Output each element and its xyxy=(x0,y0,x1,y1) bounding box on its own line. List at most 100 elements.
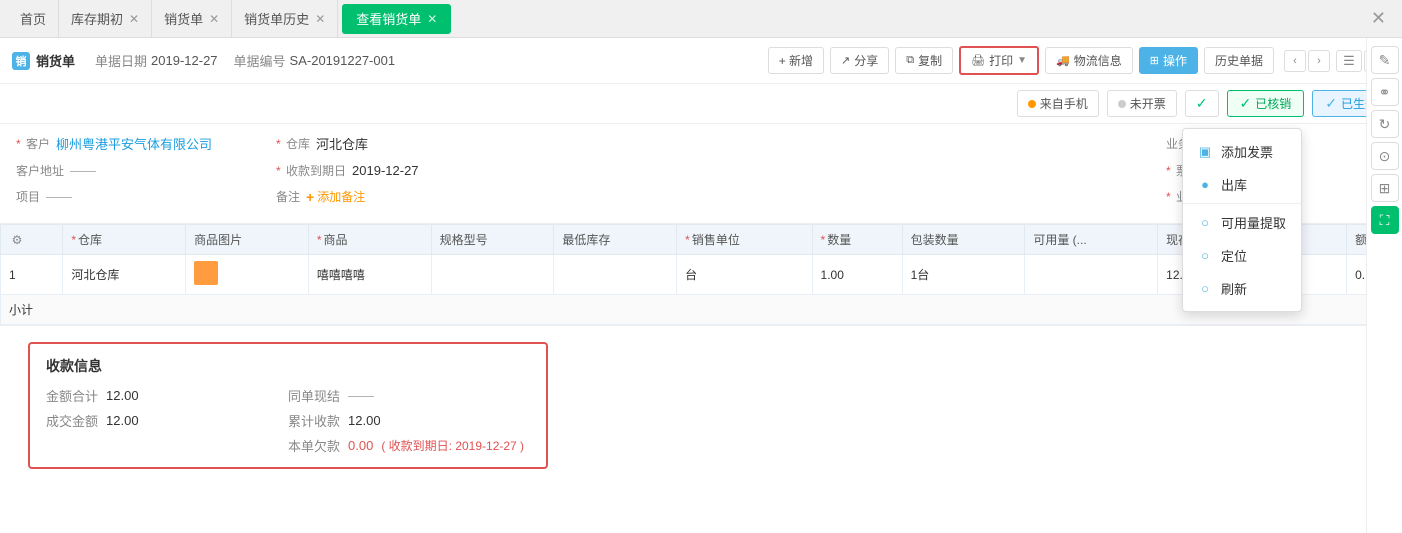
payment-total-value: 12.00 xyxy=(106,388,139,403)
th-product-img: 商品图片 xyxy=(186,225,309,255)
payment-cumulative-value: 12.00 xyxy=(348,413,381,428)
th-settings[interactable]: ⚙ xyxy=(1,225,63,255)
check-btn[interactable]: ✓ xyxy=(1185,90,1219,117)
sidebar-expand-btn[interactable]: ⛶ xyxy=(1371,206,1399,234)
menu-locate[interactable]: ○ 定位 xyxy=(1183,239,1301,272)
menu-add-invoice[interactable]: ▣ 添加发票 xyxy=(1183,135,1301,168)
sold-badge: ✓ 已核销 xyxy=(1227,90,1305,117)
td-min-stock xyxy=(554,255,677,295)
warehouse-value: 河北仓库 xyxy=(316,134,368,153)
payment-single-settlement-value: —— xyxy=(348,388,374,403)
tab-bar: 首页 库存期初 ✕ 销货单 ✕ 销货单历史 ✕ 查看销货单 ✕ ✕ xyxy=(0,0,1402,38)
logistics-btn[interactable]: 🚚 物流信息 xyxy=(1045,47,1133,74)
payment-grid: 金额合计 12.00 同单现结 —— 成交金额 12.00 累计收款 12.00 xyxy=(46,386,530,455)
doc-title: 销 销货单 xyxy=(12,51,75,70)
project-value: —— xyxy=(46,189,72,204)
menu-divider xyxy=(1183,203,1301,204)
tab-view-sales[interactable]: 查看销货单 ✕ xyxy=(342,4,451,34)
th-product: *商品 xyxy=(308,225,431,255)
th-spec: 规格型号 xyxy=(431,225,554,255)
payment-transaction: 成交金额 12.00 xyxy=(46,411,288,430)
tab-sales-order[interactable]: 销货单 ✕ xyxy=(152,0,232,38)
next-btn[interactable]: › xyxy=(1308,50,1330,72)
customer-field: * 客户 柳州粤港平安气体有限公司 xyxy=(16,134,236,153)
payment-title: 收款信息 xyxy=(46,356,530,376)
tab-inventory-init[interactable]: 库存期初 ✕ xyxy=(59,0,152,38)
tab-sales-history[interactable]: 销货单历史 ✕ xyxy=(232,0,338,38)
sidebar-rotate-btn[interactable]: ↻ xyxy=(1371,110,1399,138)
payment-owed-note: ( 收款到期日: 2019-12-27 ) xyxy=(381,437,524,454)
sidebar-person-btn[interactable]: ⊙ xyxy=(1371,142,1399,170)
th-warehouse: *仓库 xyxy=(63,225,186,255)
action-row: 来自手机 未开票 ✓ ✓ 已核销 ✓ 已生效 xyxy=(0,84,1402,124)
right-sidebar: ✎ ⚭ ↻ ⊙ ⊞ ⛶ xyxy=(1366,38,1402,533)
form-row-2: 客户地址 —— * 收款到期日 2019-12-27 * 票据类型 不开票 xyxy=(16,161,1386,180)
copy-btn[interactable]: ⧉ 复制 xyxy=(895,47,953,74)
menu-outbound[interactable]: ● 出库 xyxy=(1183,168,1301,201)
sidebar-edit-btn[interactable]: ✎ xyxy=(1371,46,1399,74)
outbound-icon: ● xyxy=(1197,177,1213,193)
product-thumbnail xyxy=(194,261,218,285)
operation-btn[interactable]: ⊞ 操作 xyxy=(1139,47,1198,74)
payment-date-value: 2019-12-27 xyxy=(352,163,419,178)
doc-header: 销 销货单 单据日期 2019-12-27 单据编号 SA-20191227-0… xyxy=(0,38,1402,84)
prev-btn[interactable]: ‹ xyxy=(1284,50,1306,72)
tab-sales-history-close[interactable]: ✕ xyxy=(315,12,325,26)
tab-view-sales-close[interactable]: ✕ xyxy=(427,12,437,26)
new-btn[interactable]: + 新增 xyxy=(768,47,824,74)
td-sales-unit: 台 xyxy=(677,255,812,295)
doc-type-icon: 销 xyxy=(12,52,30,70)
print-btn[interactable]: 🖨 打印 ▼ xyxy=(959,46,1039,75)
th-sales-unit: *销售单位 xyxy=(677,225,812,255)
sidebar-link-btn[interactable]: ⚭ xyxy=(1371,78,1399,106)
doc-date-field: 单据日期 2019-12-27 xyxy=(95,51,218,70)
from-phone-btn[interactable]: 来自手机 xyxy=(1017,90,1099,117)
td-warehouse: 河北仓库 xyxy=(63,255,186,295)
form-row-3: 项目 —— 备注 + 添加备注 * 业务员盂 —— xyxy=(16,188,1386,205)
share-btn[interactable]: ↗ 分享 xyxy=(830,47,889,74)
payment-cumulative: 累计收款 12.00 xyxy=(288,411,530,430)
td-available xyxy=(1025,255,1158,295)
effective-check-icon: ✓ xyxy=(1325,95,1337,112)
payment-section: 收款信息 金额合计 12.00 同单现结 —— 成交金额 12.00 xyxy=(0,326,1402,479)
tab-inventory-init-close[interactable]: ✕ xyxy=(129,12,139,26)
doc-number-field: 单据编号 SA-20191227-001 xyxy=(234,51,396,70)
locate-icon: ○ xyxy=(1197,248,1213,264)
customer-value[interactable]: 柳州粤港平安气体有限公司 xyxy=(56,134,212,153)
dropdown-menu: ▣ 添加发票 ● 出库 ○ 可用量提取 ○ 定位 ○ 刷新 xyxy=(1182,128,1302,312)
history-btn[interactable]: 历史单据 xyxy=(1204,47,1274,74)
add-note-btn[interactable]: + 添加备注 xyxy=(306,188,365,205)
th-available: 可用量 (... xyxy=(1025,225,1158,255)
menu-available-take[interactable]: ○ 可用量提取 xyxy=(1183,206,1301,239)
not-open-dot-icon xyxy=(1118,100,1126,108)
sidebar-grid-btn[interactable]: ⊞ xyxy=(1371,174,1399,202)
td-spec xyxy=(431,255,554,295)
form-row-1: * 客户 柳州粤港平安气体有限公司 * 仓库 河北仓库 业务员 演示账号 xyxy=(16,134,1386,153)
payment-owed-value: 0.00 xyxy=(348,438,373,453)
td-seq: 1 xyxy=(1,255,63,295)
toolbar: + 新增 ↗ 分享 ⧉ 复制 🖨 打印 ▼ 🚚 物流信息 xyxy=(768,46,1390,75)
td-quantity: 1.00 xyxy=(812,255,902,295)
project-field: 项目 —— xyxy=(16,188,236,205)
warehouse-field: * 仓库 河北仓库 xyxy=(276,134,496,153)
note-field: 备注 + 添加备注 xyxy=(276,188,496,205)
payment-owed: 本单欠款 0.00 ( 收款到期日: 2019-12-27 ) xyxy=(288,436,530,455)
td-product: 嘻嘻嘻嘻 xyxy=(308,255,431,295)
check-icon: ✓ xyxy=(1196,95,1208,112)
payment-total: 金额合计 12.00 xyxy=(46,386,288,405)
sold-check-icon: ✓ xyxy=(1240,95,1252,112)
menu-refresh[interactable]: ○ 刷新 xyxy=(1183,272,1301,305)
th-pack-qty: 包装数量 xyxy=(902,225,1025,255)
tab-bar-close-btn[interactable]: ✕ xyxy=(1363,8,1394,29)
not-open-btn[interactable]: 未开票 xyxy=(1107,90,1177,117)
list-view-btn[interactable]: ☰ xyxy=(1336,50,1362,72)
tab-sales-order-close[interactable]: ✕ xyxy=(209,12,219,26)
tab-home[interactable]: 首页 xyxy=(8,0,59,38)
settings-icon[interactable]: ⚙ xyxy=(9,232,25,248)
td-product-img xyxy=(186,255,309,295)
doc-meta: 单据日期 2019-12-27 单据编号 SA-20191227-001 xyxy=(95,51,768,70)
td-pack-qty: 1台 xyxy=(902,255,1025,295)
payment-date-field: * 收款到期日 2019-12-27 xyxy=(276,162,496,179)
payment-single-settlement: 同单现结 —— xyxy=(288,386,530,405)
refresh-icon: ○ xyxy=(1197,281,1213,297)
